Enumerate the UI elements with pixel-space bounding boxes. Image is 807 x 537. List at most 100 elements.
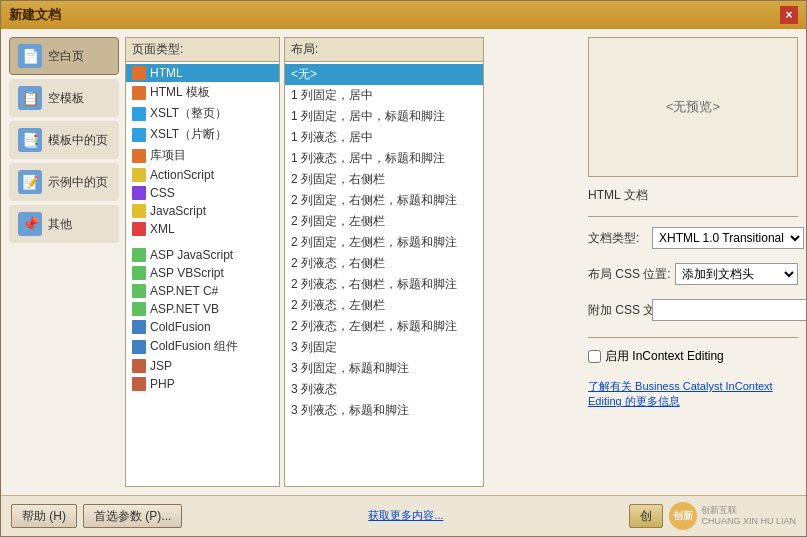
layout-item-label: 2 列液态，左侧栏，标题和脚注 (291, 318, 457, 335)
enable-editing-checkbox[interactable] (588, 350, 601, 363)
page-type-item-icon (132, 340, 146, 354)
link-container: 了解有关 Business Catalyst InContextEditing … (588, 379, 798, 410)
category-item-template_page[interactable]: 📑模板中的页 (9, 121, 119, 159)
layout-item-label: 1 列液态，居中，标题和脚注 (291, 150, 445, 167)
page-type-item-icon (132, 302, 146, 316)
page-type-item-label: ColdFusion (150, 320, 211, 334)
category-icon-other: 📌 (18, 212, 42, 236)
page-type-item-icon (132, 149, 146, 163)
page-type-item[interactable]: ASP JavaScript (126, 246, 279, 264)
layout-item[interactable]: 3 列固定，标题和脚注 (285, 358, 483, 379)
category-item-sample[interactable]: 📝示例中的页 (9, 163, 119, 201)
prefs-button[interactable]: 首选参数 (P)... (83, 504, 182, 528)
layout-item[interactable]: 1 列液态，居中 (285, 127, 483, 148)
page-type-item-label: ASP JavaScript (150, 248, 233, 262)
category-icon-template: 📋 (18, 86, 42, 110)
page-type-item[interactable]: ColdFusion 组件 (126, 336, 279, 357)
learn-more-link[interactable]: 了解有关 Business Catalyst InContextEditing … (588, 380, 773, 407)
category-item-other[interactable]: 📌其他 (9, 205, 119, 243)
page-type-item-label: ASP VBScript (150, 266, 224, 280)
create-button[interactable]: 创 (629, 504, 663, 528)
category-item-blank[interactable]: 📄空白页 (9, 37, 119, 75)
layout-item-label: 3 列固定，标题和脚注 (291, 360, 409, 377)
page-type-item[interactable]: XSLT（片断） (126, 124, 279, 145)
layout-item[interactable]: 2 列液态，右侧栏 (285, 253, 483, 274)
layout-header: 布局: (285, 38, 483, 62)
page-type-header: 页面类型: (126, 38, 279, 62)
layout-item[interactable]: 1 列固定，居中，标题和脚注 (285, 106, 483, 127)
enable-editing-label: 启用 InContext Editing (605, 348, 724, 365)
page-type-item-label: PHP (150, 377, 175, 391)
layout-item[interactable]: 1 列液态，居中，标题和脚注 (285, 148, 483, 169)
title-bar: 新建文档 × (1, 1, 806, 29)
layout-css-row: 布局 CSS 位置: 添加到文档头创建新文件链接到现有文件 (588, 263, 798, 285)
category-item-template[interactable]: 📋 空模板 (9, 79, 119, 117)
page-type-item[interactable]: ASP.NET C# (126, 282, 279, 300)
layout-item[interactable]: 3 列液态 (285, 379, 483, 400)
page-type-item[interactable]: ASP VBScript (126, 264, 279, 282)
page-type-item-icon (132, 86, 146, 100)
middle-panels: 页面类型: HTML HTML 模板 XSLT（整页） XSLT（片断） 库项目 Acti… (125, 37, 582, 487)
watermark-circle-text: 创新 (673, 509, 693, 523)
page-type-item-label: 库项目 (150, 147, 186, 164)
page-type-item-icon (132, 320, 146, 334)
layout-item[interactable]: 2 列固定，左侧栏，标题和脚注 (285, 232, 483, 253)
layout-item[interactable]: 2 列固定，右侧栏 (285, 169, 483, 190)
page-type-item-label: ASP.NET VB (150, 302, 219, 316)
page-type-item[interactable]: ColdFusion (126, 318, 279, 336)
page-type-item-label: ASP.NET C# (150, 284, 218, 298)
attach-css-input[interactable] (652, 299, 806, 321)
page-type-item-icon (132, 266, 146, 280)
left-panel: 📄空白页 📋 空模板 📑模板中的页 📝示例中的页 📌其他 (9, 37, 119, 487)
bottom-right: 创 创新 创新互联 CHUANG XIN HU LIAN (629, 502, 796, 530)
page-type-item[interactable]: HTML (126, 64, 279, 82)
layout-item[interactable]: 2 列液态，左侧栏，标题和脚注 (285, 316, 483, 337)
doc-description: HTML 文档 (588, 185, 798, 206)
separator1 (588, 216, 798, 217)
page-type-item[interactable]: CSS (126, 184, 279, 202)
category-label-template: 空模板 (48, 90, 84, 107)
layout-item-label: 3 列液态，标题和脚注 (291, 402, 409, 419)
page-type-item[interactable]: XML (126, 220, 279, 238)
layout-item[interactable]: 2 列固定，左侧栏 (285, 211, 483, 232)
new-document-dialog: 新建文档 × 📄空白页 📋 空模板 📑模板中的页 📝示例中的页 📌其他 页面类型: HTM… (0, 0, 807, 537)
page-type-item-label: HTML (150, 66, 183, 80)
category-label-blank: 空白页 (48, 48, 84, 65)
get-more-link[interactable]: 获取更多内容... (368, 508, 443, 523)
close-button[interactable]: × (780, 6, 798, 24)
layout-item[interactable]: 2 列液态，右侧栏，标题和脚注 (285, 274, 483, 295)
layout-item[interactable]: 2 列固定，右侧栏，标题和脚注 (285, 190, 483, 211)
layout-item[interactable]: 3 列液态，标题和脚注 (285, 400, 483, 421)
page-type-item[interactable]: XSLT（整页） (126, 103, 279, 124)
preview-area: <无预览> (588, 37, 798, 177)
page-type-item-label: XML (150, 222, 175, 236)
layout-item[interactable]: 2 列液态，左侧栏 (285, 295, 483, 316)
right-panel: <无预览> HTML 文档 文档类型: XHTML 1.0 Transition… (588, 37, 798, 487)
layout-item[interactable]: 1 列固定，居中 (285, 85, 483, 106)
page-type-item-label: HTML 模板 (150, 84, 210, 101)
layout-css-select[interactable]: 添加到文档头创建新文件链接到现有文件 (675, 263, 798, 285)
help-button[interactable]: 帮助 (H) (11, 504, 77, 528)
page-type-item[interactable]: ASP.NET VB (126, 300, 279, 318)
layout-item-label: 2 列固定，左侧栏 (291, 213, 385, 230)
page-type-item[interactable]: JSP (126, 357, 279, 375)
page-type-item-icon (132, 168, 146, 182)
bottom-left: 帮助 (H) 首选参数 (P)... (11, 504, 182, 528)
page-type-item[interactable]: HTML 模板 (126, 82, 279, 103)
layout-item-label: 1 列液态，居中 (291, 129, 373, 146)
page-type-item[interactable]: JavaScript (126, 202, 279, 220)
preview-text: <无预览> (666, 98, 720, 116)
layout-item-label: 2 列液态，左侧栏 (291, 297, 385, 314)
doc-type-row: 文档类型: XHTML 1.0 TransitionalXHTML 1.0 St… (588, 227, 798, 249)
page-type-item-label: XSLT（片断） (150, 126, 227, 143)
bottom-center: 获取更多内容... (182, 508, 629, 523)
page-type-item[interactable]: PHP (126, 375, 279, 393)
page-type-item[interactable]: 库项目 (126, 145, 279, 166)
page-type-item-icon (132, 66, 146, 80)
layout-item[interactable]: 3 列固定 (285, 337, 483, 358)
page-type-item[interactable]: ActionScript (126, 166, 279, 184)
layout-item[interactable]: <无> (285, 64, 483, 85)
layout-item-label: 3 列固定 (291, 339, 337, 356)
layout-item-label: 2 列液态，右侧栏，标题和脚注 (291, 276, 457, 293)
doc-type-select[interactable]: XHTML 1.0 TransitionalXHTML 1.0 StrictHT… (652, 227, 804, 249)
